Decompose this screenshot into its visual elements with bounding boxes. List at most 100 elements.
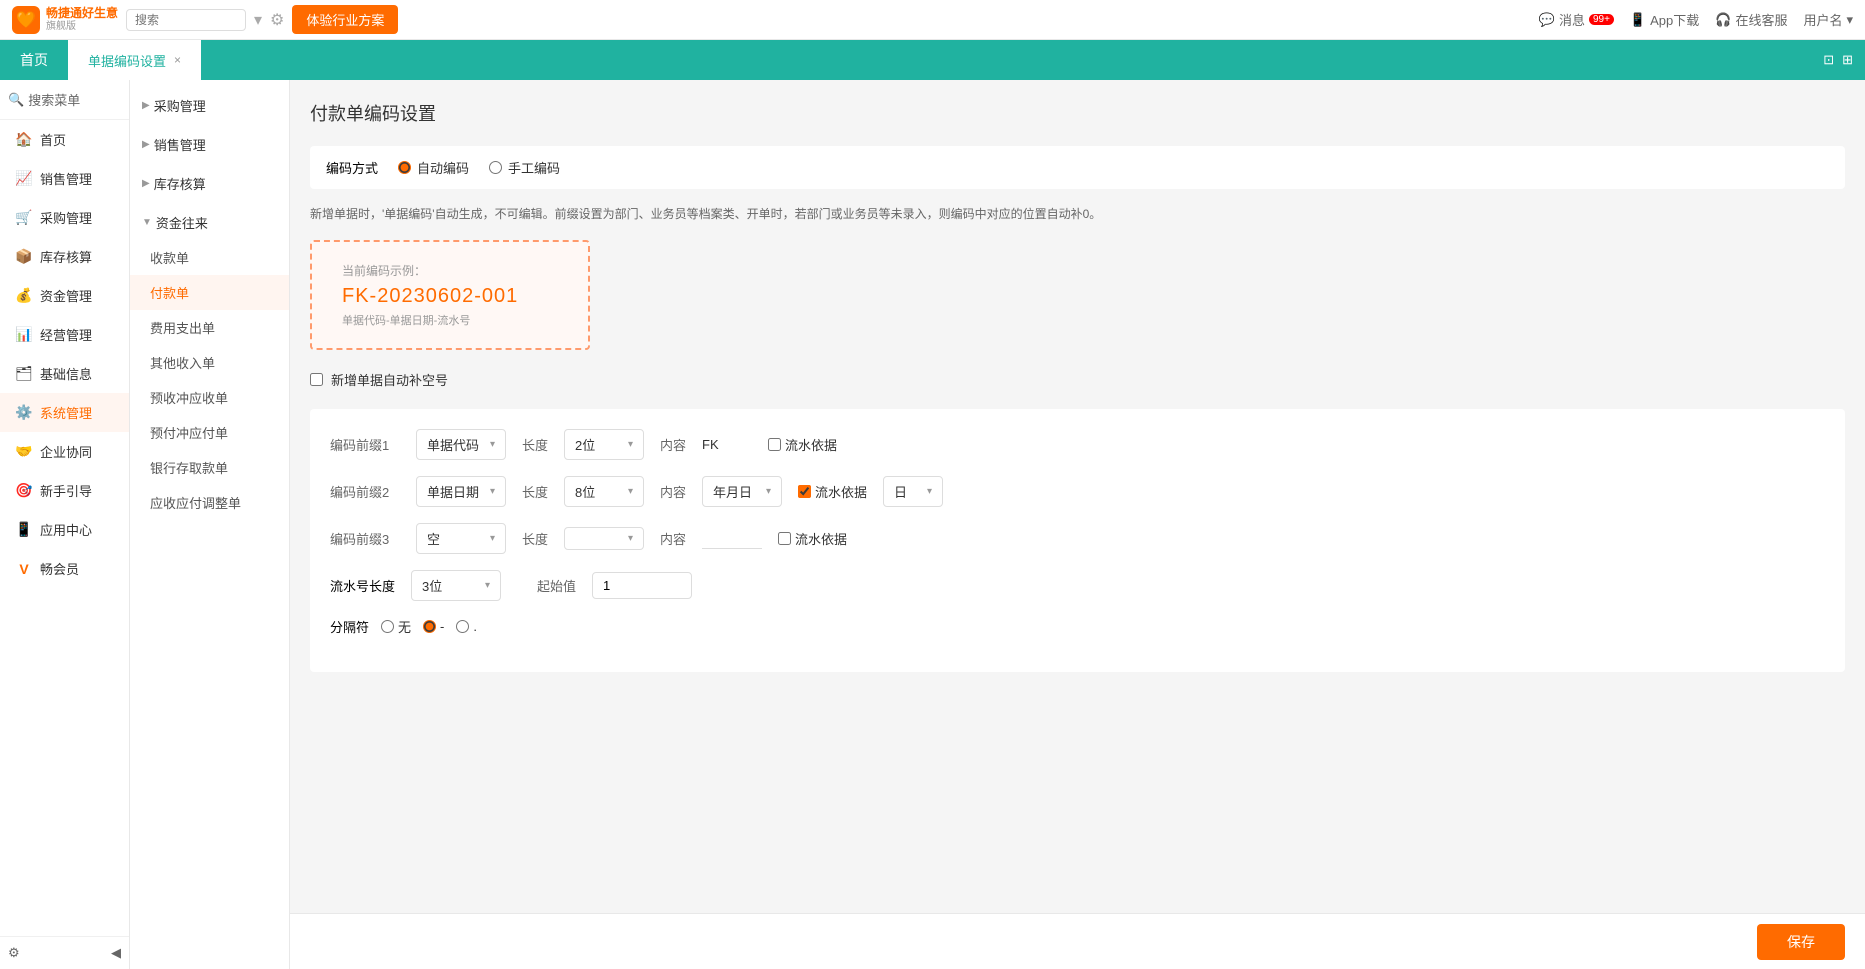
auto-encode-label[interactable]: 自动编码: [398, 158, 469, 177]
serial-3-check-row: 流水依据: [778, 529, 847, 548]
sec-item-advance-receipt[interactable]: 预收冲应收单: [130, 380, 289, 415]
sec-group-purchase-title[interactable]: ▶ 采购管理: [130, 88, 289, 123]
operations-icon: 📊: [16, 327, 32, 343]
prefix-3-label: 编码前缀3: [330, 529, 400, 548]
save-button[interactable]: 保存: [1757, 924, 1845, 960]
search-input[interactable]: [126, 9, 246, 31]
separator-none-radio[interactable]: [381, 620, 394, 633]
length-1-value: 2位: [575, 435, 595, 454]
serial-start-input[interactable]: [592, 572, 692, 599]
prefix-2-select[interactable]: 单据日期 ▾: [416, 476, 506, 507]
window-expand-icon[interactable]: ⊞: [1842, 52, 1853, 68]
length-2-select[interactable]: 8位 ▾: [564, 476, 644, 507]
manual-encode-text: 手工编码: [508, 158, 560, 177]
message-item[interactable]: 💬 消息 99+: [1539, 10, 1614, 29]
auto-encode-radio[interactable]: [398, 161, 411, 174]
sidebar-item-member[interactable]: V 畅会员: [0, 549, 129, 588]
serial-2-checkbox[interactable]: [798, 485, 811, 498]
service-item[interactable]: 🎧 在线客服: [1715, 10, 1787, 29]
serial-1-checkbox[interactable]: [768, 438, 781, 451]
sec-item-other-income[interactable]: 其他收入单: [130, 345, 289, 380]
sidebar-item-label: 系统管理: [40, 403, 92, 422]
sidebar-item-label: 企业协同: [40, 442, 92, 461]
sec-item-expense[interactable]: 费用支出单: [130, 310, 289, 345]
dropdown-icon[interactable]: ▾: [254, 10, 262, 30]
auto-encode-text: 自动编码: [417, 158, 469, 177]
sales-arrow-icon: ▶: [142, 139, 150, 150]
serial-length-arrow-icon: ▾: [485, 580, 490, 591]
user-item[interactable]: 用户名 ▾: [1803, 10, 1853, 29]
serial-3-checkbox[interactable]: [778, 532, 791, 545]
sidebar-item-finance[interactable]: 💰 资金管理: [0, 276, 129, 315]
sidebar-item-label: 销售管理: [40, 169, 92, 188]
sidebar-item-app[interactable]: 📱 应用中心: [0, 510, 129, 549]
sec-group-sales: ▶ 销售管理: [130, 127, 289, 162]
brand-name: 畅捷通好生意: [46, 6, 118, 20]
separator-dash-radio[interactable]: [423, 620, 436, 633]
length-1-select[interactable]: 2位 ▾: [564, 429, 644, 460]
manual-encode-label[interactable]: 手工编码: [489, 158, 560, 177]
capital-arrow-icon: ▼: [142, 217, 152, 228]
sidebar-item-basic[interactable]: 🗂 基础信息: [0, 354, 129, 393]
finance-icon: 💰: [16, 288, 32, 304]
sec-item-payment[interactable]: 付款单: [130, 275, 289, 310]
sidebar-item-home[interactable]: 🏠 首页: [0, 120, 129, 159]
sidebar-item-purchase[interactable]: 🛒 采购管理: [0, 198, 129, 237]
separator-dot-text: .: [473, 619, 477, 634]
auto-fill-checkbox[interactable]: [310, 373, 323, 386]
sidebar-item-system[interactable]: ⚙️ 系统管理: [0, 393, 129, 432]
prefix-row-3: 编码前缀3 空 ▾ 长度 ▾ 内容 流水依据: [330, 523, 1825, 554]
trial-button[interactable]: 体验行业方案: [292, 5, 398, 34]
prefix-3-select[interactable]: 空 ▾: [416, 523, 506, 554]
window-restore-icon[interactable]: ⊡: [1823, 52, 1834, 68]
separator-none-label[interactable]: 无: [381, 617, 411, 636]
sec-group-capital-label: 资金往来: [156, 213, 208, 232]
sidebar-settings-icon[interactable]: ⚙: [8, 945, 20, 961]
preview-sub: 单据代码-单据日期-流水号: [342, 312, 558, 328]
tab-active[interactable]: 单据编码设置 ×: [68, 40, 201, 80]
info-text: 新增单据时，'单据编码'自动生成，不可编辑。前缀设置为部门、业务员等档案类、开单…: [310, 205, 1845, 224]
search-icon: 🔍: [8, 92, 24, 108]
prefix-2-arrow-icon: ▾: [490, 486, 495, 497]
serial-1-label: 流水依据: [785, 435, 837, 454]
sidebar-item-operations[interactable]: 📊 经营管理: [0, 315, 129, 354]
separator-dash-label[interactable]: -: [423, 619, 444, 634]
sec-group-sales-title[interactable]: ▶ 销售管理: [130, 127, 289, 162]
sec-group-capital-title[interactable]: ▼ 资金往来: [130, 205, 289, 240]
content-2-select[interactable]: 年月日 ▾: [702, 476, 782, 507]
app-center-icon: 📱: [16, 522, 32, 538]
sec-group-inventory-title[interactable]: ▶ 库存核算: [130, 166, 289, 201]
separator-row: 分隔符 无 - .: [330, 617, 1825, 636]
sidebar-item-guide[interactable]: 🎯 新手引导: [0, 471, 129, 510]
sec-item-advance-payment[interactable]: 预付冲应付单: [130, 415, 289, 450]
user-chevron-icon: ▾: [1846, 12, 1853, 28]
sidebar-item-inventory[interactable]: 📦 库存核算: [0, 237, 129, 276]
user-label: 用户名: [1803, 10, 1842, 29]
serial-2-label: 流水依据: [815, 482, 867, 501]
separator-dot-radio[interactable]: [456, 620, 469, 633]
length-1-label: 长度: [522, 435, 548, 454]
sec-item-adjust[interactable]: 应收应付调整单: [130, 485, 289, 520]
sidebar-item-sales[interactable]: 📈 销售管理: [0, 159, 129, 198]
tab-close-icon[interactable]: ×: [174, 53, 181, 67]
tab-home[interactable]: 首页: [0, 40, 68, 80]
sec-item-receipt[interactable]: 收款单: [130, 240, 289, 275]
encoding-method-row: 编码方式 自动编码 手工编码: [310, 146, 1845, 189]
sidebar-collapse-icon[interactable]: ◀: [111, 945, 121, 961]
main-layout: 🔍 搜索菜单 🏠 首页 📈 销售管理 🛒 采购管理 📦 库存核算 💰 资金管理 …: [0, 80, 1865, 969]
app-download-item[interactable]: 📱 App下载: [1630, 10, 1699, 29]
separator-dot-label[interactable]: .: [456, 619, 477, 634]
settings-icon[interactable]: ⚙: [270, 10, 284, 30]
length-3-select[interactable]: ▾: [564, 527, 644, 550]
sec-group-sales-label: 销售管理: [154, 135, 206, 154]
prefix-1-select[interactable]: 单据代码 ▾: [416, 429, 506, 460]
serial-length-select[interactable]: 3位 ▾: [411, 570, 501, 601]
inventory-arrow-icon: ▶: [142, 178, 150, 189]
sec-item-bank-deposit[interactable]: 银行存取款单: [130, 450, 289, 485]
manual-encode-radio[interactable]: [489, 161, 502, 174]
serial-2-unit-select[interactable]: 日 ▾: [883, 476, 943, 507]
purchase-icon: 🛒: [16, 210, 32, 226]
sidebar-search[interactable]: 🔍 搜索菜单: [0, 80, 129, 120]
sidebar-item-label: 资金管理: [40, 286, 92, 305]
sidebar-item-corp[interactable]: 🤝 企业协同: [0, 432, 129, 471]
